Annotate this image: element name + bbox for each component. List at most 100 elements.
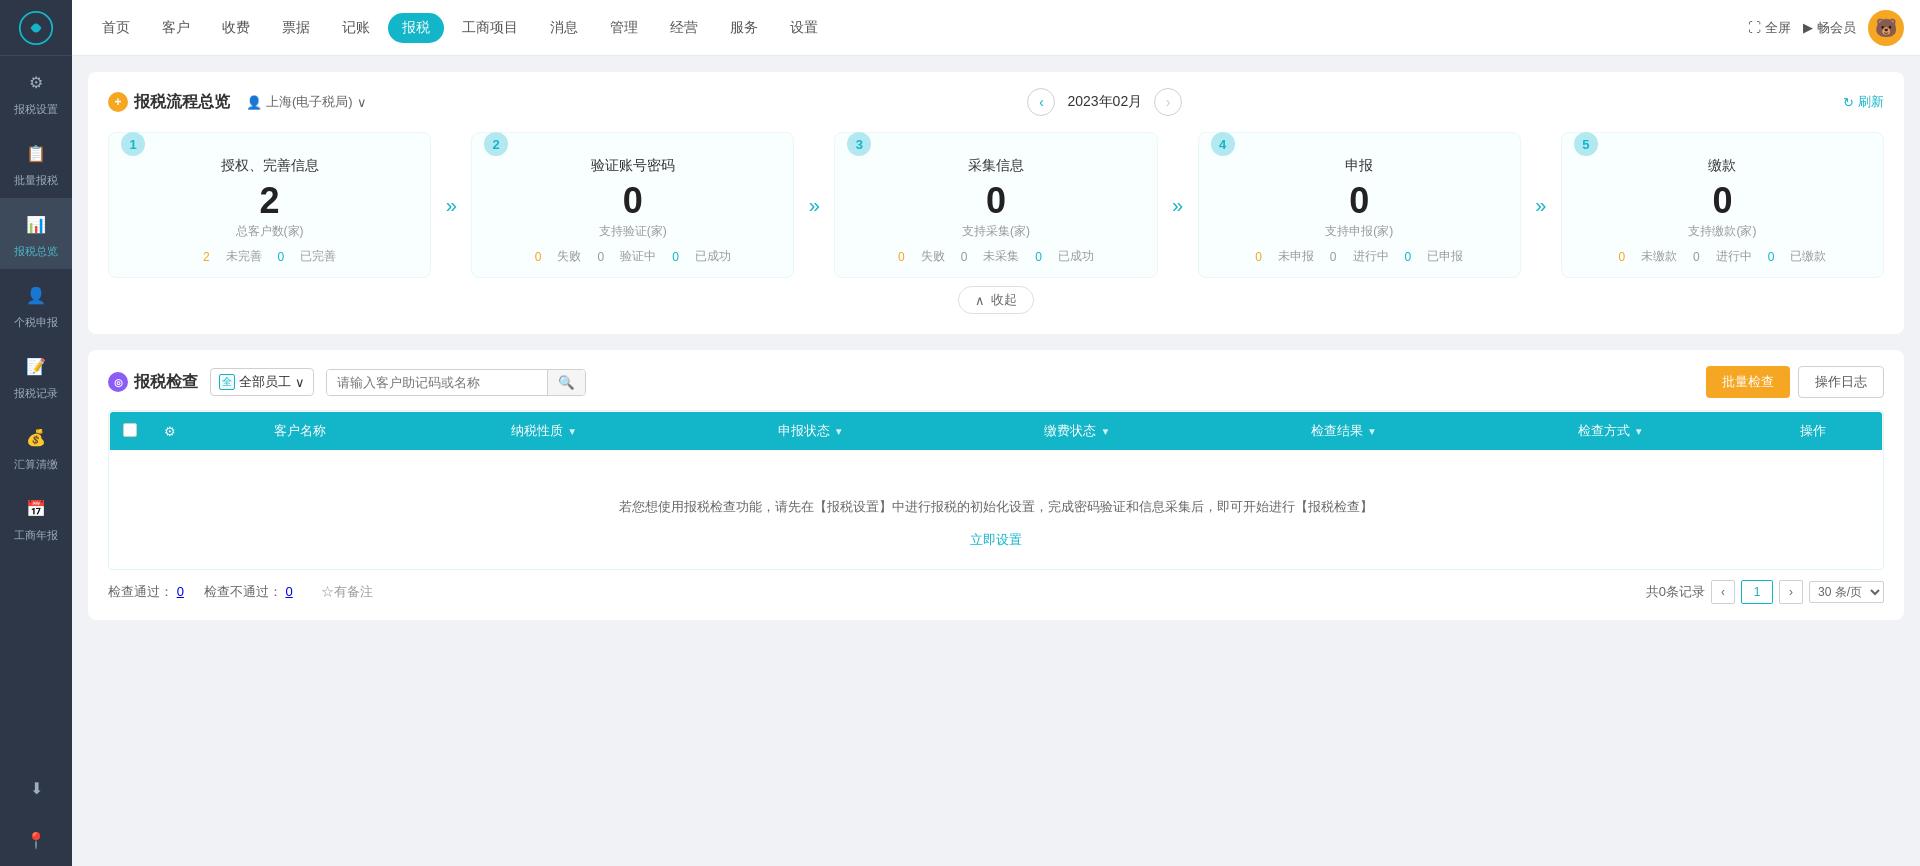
filter-check-result-icon[interactable]: ▼ bbox=[1367, 426, 1377, 437]
sidebar-item-location[interactable]: 📍 bbox=[0, 814, 72, 866]
stat-lbl-1-1: 已完善 bbox=[300, 248, 336, 265]
nav-clients[interactable]: 客户 bbox=[148, 13, 204, 43]
nav-home[interactable]: 首页 bbox=[88, 13, 144, 43]
collapse-row: ∧ 收起 bbox=[108, 278, 1884, 318]
filter-check-method-icon[interactable]: ▼ bbox=[1634, 426, 1644, 437]
sidebar-item-download[interactable]: ⬇ bbox=[0, 762, 72, 814]
search-icon: 🔍 bbox=[558, 375, 575, 390]
tax-overview-icon: 📊 bbox=[20, 208, 52, 240]
sidebar-item-tax-records[interactable]: 📝 报税记录 bbox=[0, 340, 72, 411]
stat-val-1-0[interactable]: 2 bbox=[203, 250, 210, 264]
member-btn[interactable]: ▶ 畅会员 bbox=[1803, 19, 1856, 37]
step-number-4: 4 bbox=[1211, 132, 1235, 156]
next-month-btn[interactable]: › bbox=[1154, 88, 1182, 116]
stat-val-4-2[interactable]: 0 bbox=[1405, 250, 1412, 264]
collapse-btn[interactable]: ∧ 收起 bbox=[958, 286, 1034, 314]
download-icon: ⬇ bbox=[20, 772, 52, 804]
th-checkbox bbox=[110, 412, 150, 451]
check-header-right: 批量检查 操作日志 bbox=[1706, 366, 1884, 398]
nav-fees[interactable]: 收费 bbox=[208, 13, 264, 43]
sidebar-item-tax-settings[interactable]: ⚙ 报税设置 bbox=[0, 56, 72, 127]
stat-lbl-2-1: 验证中 bbox=[620, 248, 656, 265]
sidebar-item-tax-overview[interactable]: 📊 报税总览 bbox=[0, 198, 72, 269]
flow-arrow-3: » bbox=[1158, 132, 1198, 278]
fail-label-text: 检查不通过： bbox=[204, 584, 282, 599]
sidebar-item-individual-report[interactable]: 👤 个税申报 bbox=[0, 269, 72, 340]
nav-settings[interactable]: 设置 bbox=[776, 13, 832, 43]
refresh-btn[interactable]: ↻ 刷新 bbox=[1843, 93, 1884, 111]
stat-lbl-2-2: 已成功 bbox=[695, 248, 731, 265]
nav-bookkeeping[interactable]: 记账 bbox=[328, 13, 384, 43]
stat-val-3-0[interactable]: 0 bbox=[898, 250, 905, 264]
step-stats-5: 0 未缴款 0 进行中 0 已缴款 bbox=[1618, 248, 1826, 265]
setup-link[interactable]: 立即设置 bbox=[970, 532, 1022, 547]
per-page-select[interactable]: 30 条/页 bbox=[1809, 581, 1884, 603]
staff-label: 全部员工 bbox=[239, 373, 291, 391]
nav-operations[interactable]: 经营 bbox=[656, 13, 712, 43]
sidebar-label-tax-records: 报税记录 bbox=[14, 386, 58, 401]
sidebar-item-batch-tax[interactable]: 📋 批量报税 bbox=[0, 127, 72, 198]
filter-tax-type-icon[interactable]: ▼ bbox=[567, 426, 577, 437]
tax-records-icon: 📝 bbox=[20, 350, 52, 382]
settlement-icon: 💰 bbox=[20, 421, 52, 453]
step-stats-2: 0 失败 0 验证中 0 已成功 bbox=[535, 248, 731, 265]
staff-select[interactable]: 全 全部员工 ∨ bbox=[210, 368, 314, 396]
nav-service[interactable]: 服务 bbox=[716, 13, 772, 43]
stat-val-4-0[interactable]: 0 bbox=[1255, 250, 1262, 264]
sidebar-bottom: ⬇ 📍 bbox=[0, 762, 72, 866]
stat-val-5-2[interactable]: 0 bbox=[1768, 250, 1775, 264]
step-title-1: 授权、完善信息 bbox=[221, 157, 319, 175]
nav-business[interactable]: 工商项目 bbox=[448, 13, 532, 43]
pass-value[interactable]: 0 bbox=[177, 584, 184, 599]
prev-month-btn[interactable]: ‹ bbox=[1027, 88, 1055, 116]
sidebar-label-tax-overview: 报税总览 bbox=[14, 244, 58, 259]
nav-tax[interactable]: 报税 bbox=[388, 13, 444, 43]
stat-val-3-2[interactable]: 0 bbox=[1035, 250, 1042, 264]
filter-payment-status-icon[interactable]: ▼ bbox=[1100, 426, 1110, 437]
flow-arrow-1: » bbox=[431, 132, 471, 278]
stat-val-5-0[interactable]: 0 bbox=[1618, 250, 1625, 264]
sidebar-item-settlement[interactable]: 💰 汇算清缴 bbox=[0, 411, 72, 482]
fullscreen-btn[interactable]: ⛶ 全屏 bbox=[1748, 19, 1791, 37]
nav-management[interactable]: 管理 bbox=[596, 13, 652, 43]
stat-val-1-1[interactable]: 0 bbox=[278, 250, 285, 264]
sidebar-item-annual-report[interactable]: 📅 工商年报 bbox=[0, 482, 72, 553]
location-badge[interactable]: 👤 上海(电子税局) ∨ bbox=[246, 93, 367, 111]
search-button[interactable]: 🔍 bbox=[547, 370, 585, 395]
th-check-result-label: 检查结果 bbox=[1311, 422, 1363, 440]
top-nav: 首页 客户 收费 票据 记账 报税 工商项目 消息 管理 经营 服务 设置 ⛶ … bbox=[72, 0, 1920, 56]
member-label: 畅会员 bbox=[1817, 19, 1856, 37]
table-header-row: ⚙ 客户名称 纳税性质 ▼ bbox=[110, 412, 1883, 451]
filter-report-status-icon[interactable]: ▼ bbox=[834, 426, 844, 437]
flow-step-3: 3 采集信息 0 支持采集(家) 0 失败 0 未采集 0 已成功 bbox=[834, 132, 1157, 278]
location-text: 上海(电子税局) bbox=[266, 93, 353, 111]
operation-log-btn[interactable]: 操作日志 bbox=[1798, 366, 1884, 398]
location-icon: 📍 bbox=[20, 824, 52, 856]
nav-messages[interactable]: 消息 bbox=[536, 13, 592, 43]
fail-value[interactable]: 0 bbox=[285, 584, 292, 599]
location-chevron-icon: ∨ bbox=[357, 95, 367, 110]
nav-invoices[interactable]: 票据 bbox=[268, 13, 324, 43]
next-page-btn[interactable]: › bbox=[1779, 580, 1803, 604]
search-input[interactable] bbox=[327, 370, 547, 395]
sidebar-label-annual-report: 工商年报 bbox=[14, 528, 58, 543]
step-count-3: 0 bbox=[986, 183, 1006, 219]
user-avatar[interactable]: 🐻 bbox=[1868, 10, 1904, 46]
th-payment-status-container: 缴费状态 ▼ bbox=[952, 422, 1203, 440]
batch-check-btn[interactable]: 批量检查 bbox=[1706, 366, 1790, 398]
flow-step-4: 4 申报 0 支持申报(家) 0 未申报 0 进行中 0 已申报 bbox=[1198, 132, 1521, 278]
th-operation-label: 操作 bbox=[1800, 423, 1826, 438]
prev-page-btn[interactable]: ‹ bbox=[1711, 580, 1735, 604]
collapse-up-icon: ∧ bbox=[975, 293, 985, 308]
settings-icon[interactable]: ⚙ bbox=[164, 424, 176, 439]
staff-icon: 全 bbox=[219, 374, 235, 390]
table-wrapper[interactable]: ⚙ 客户名称 纳税性质 ▼ bbox=[108, 410, 1884, 570]
refresh-icon: ↻ bbox=[1843, 95, 1854, 110]
stat-lbl-3-0: 失败 bbox=[921, 248, 945, 265]
location-person-icon: 👤 bbox=[246, 95, 262, 110]
header-checkbox[interactable] bbox=[123, 423, 137, 437]
stat-val-2-0[interactable]: 0 bbox=[535, 250, 542, 264]
th-client-name: 客户名称 bbox=[190, 412, 411, 451]
stat-val-2-2[interactable]: 0 bbox=[672, 250, 679, 264]
th-payment-status: 缴费状态 ▼ bbox=[944, 412, 1211, 451]
